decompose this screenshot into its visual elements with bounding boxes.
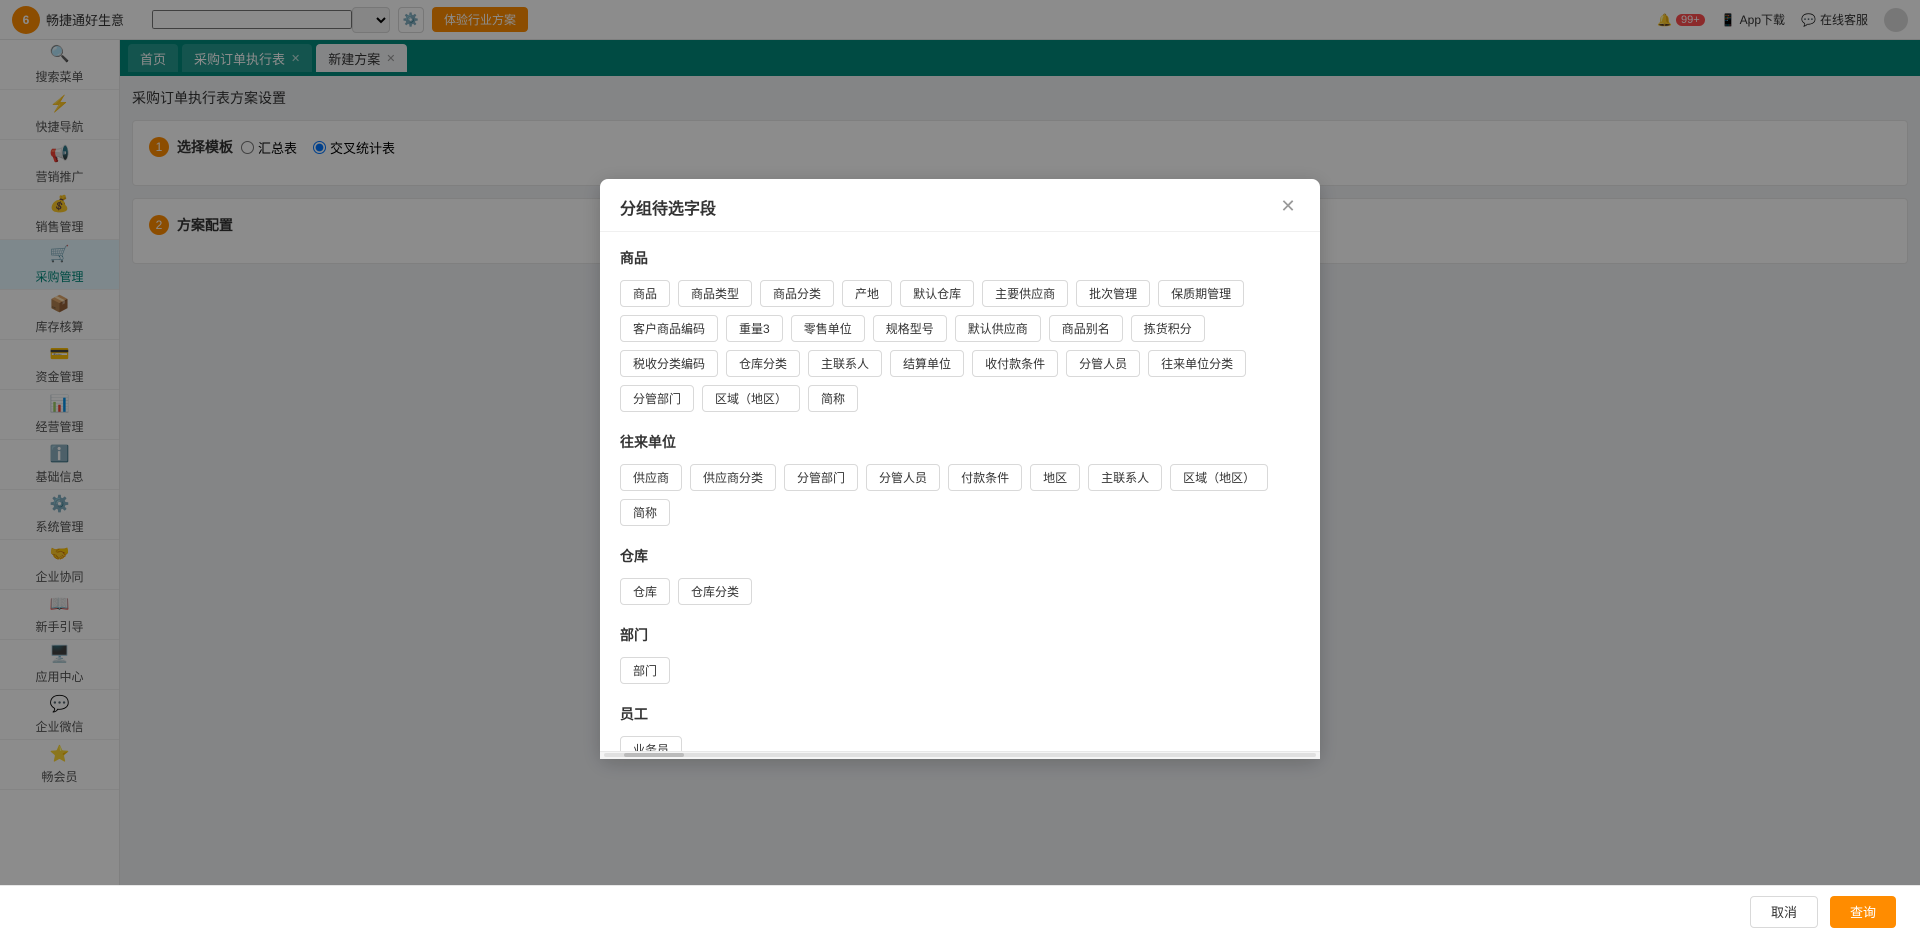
modal-scrollbar[interactable] [600,751,1320,759]
field-tag[interactable]: 结算单位 [890,350,964,377]
field-tag[interactable]: 商品别名 [1049,315,1123,342]
section-product-title: 商品 [620,248,1300,268]
scrollbar-thumb [624,753,684,757]
section-employee: 员工 业务员 [620,704,1300,751]
field-tag[interactable]: 商品 [620,280,670,307]
field-tag[interactable]: 客户商品编码 [620,315,718,342]
field-grid-employee: 业务员 [620,736,1300,751]
field-tag[interactable]: 仓库分类 [726,350,800,377]
confirm-button[interactable]: 查询 [1830,896,1896,928]
field-tag[interactable]: 分管人员 [866,464,940,491]
cancel-button[interactable]: 取消 [1750,896,1818,928]
field-tag[interactable]: 默认供应商 [955,315,1041,342]
field-tag[interactable]: 零售单位 [791,315,865,342]
field-tag[interactable]: 默认仓库 [900,280,974,307]
field-grid-warehouse: 仓库 仓库分类 [620,578,1300,605]
field-tag[interactable]: 规格型号 [873,315,947,342]
section-partner-title: 往来单位 [620,432,1300,452]
field-tag[interactable]: 收付款条件 [972,350,1058,377]
field-tag[interactable]: 产地 [842,280,892,307]
field-tag[interactable]: 分管人员 [1066,350,1140,377]
field-tag[interactable]: 分管部门 [620,385,694,412]
section-employee-title: 员工 [620,704,1300,724]
field-tag[interactable]: 供应商 [620,464,682,491]
section-warehouse: 仓库 仓库 仓库分类 [620,546,1300,605]
modal-title: 分组待选字段 [620,195,716,219]
section-department: 部门 部门 [620,625,1300,684]
field-tag[interactable]: 部门 [620,657,670,684]
bottom-bar: 取消 查询 [0,885,1920,937]
modal-body: 商品 商品 商品类型 商品分类 产地 默认仓库 主要供应商 批次管理 保质期管理… [600,232,1320,751]
field-tag[interactable]: 重量3 [726,315,783,342]
field-tag[interactable]: 往来单位分类 [1148,350,1246,377]
field-tag[interactable]: 区域（地区） [702,385,800,412]
field-grid-partner: 供应商 供应商分类 分管部门 分管人员 付款条件 地区 主联系人 区域（地区） … [620,464,1300,526]
section-department-title: 部门 [620,625,1300,645]
field-tag[interactable]: 付款条件 [948,464,1022,491]
field-tag[interactable]: 税收分类编码 [620,350,718,377]
field-tag[interactable]: 分管部门 [784,464,858,491]
field-tag[interactable]: 主要供应商 [982,280,1068,307]
field-grid-product: 商品 商品类型 商品分类 产地 默认仓库 主要供应商 批次管理 保质期管理 客户… [620,280,1300,412]
field-tag[interactable]: 简称 [808,385,858,412]
field-tag[interactable]: 拣货积分 [1131,315,1205,342]
field-tag[interactable]: 批次管理 [1076,280,1150,307]
field-tag[interactable]: 仓库分类 [678,578,752,605]
scrollbar-track [604,753,1316,757]
field-tag[interactable]: 地区 [1030,464,1080,491]
field-tag[interactable]: 简称 [620,499,670,526]
field-tag[interactable]: 区域（地区） [1170,464,1268,491]
field-tag[interactable]: 保质期管理 [1158,280,1244,307]
field-tag[interactable]: 主联系人 [808,350,882,377]
modal-close-button[interactable]: ✕ [1276,195,1300,219]
section-warehouse-title: 仓库 [620,546,1300,566]
field-tag[interactable]: 商品分类 [760,280,834,307]
modal-header: 分组待选字段 ✕ [600,179,1320,232]
field-tag[interactable]: 商品类型 [678,280,752,307]
field-tag[interactable]: 供应商分类 [690,464,776,491]
field-tag[interactable]: 仓库 [620,578,670,605]
modal-overlay: 分组待选字段 ✕ 商品 商品 商品类型 商品分类 产地 默认仓库 主要供应商 批… [0,0,1920,937]
modal: 分组待选字段 ✕ 商品 商品 商品类型 商品分类 产地 默认仓库 主要供应商 批… [600,179,1320,759]
field-tag[interactable]: 主联系人 [1088,464,1162,491]
section-partner: 往来单位 供应商 供应商分类 分管部门 分管人员 付款条件 地区 主联系人 区域… [620,432,1300,526]
field-grid-department: 部门 [620,657,1300,684]
section-product: 商品 商品 商品类型 商品分类 产地 默认仓库 主要供应商 批次管理 保质期管理… [620,248,1300,412]
field-tag[interactable]: 业务员 [620,736,682,751]
